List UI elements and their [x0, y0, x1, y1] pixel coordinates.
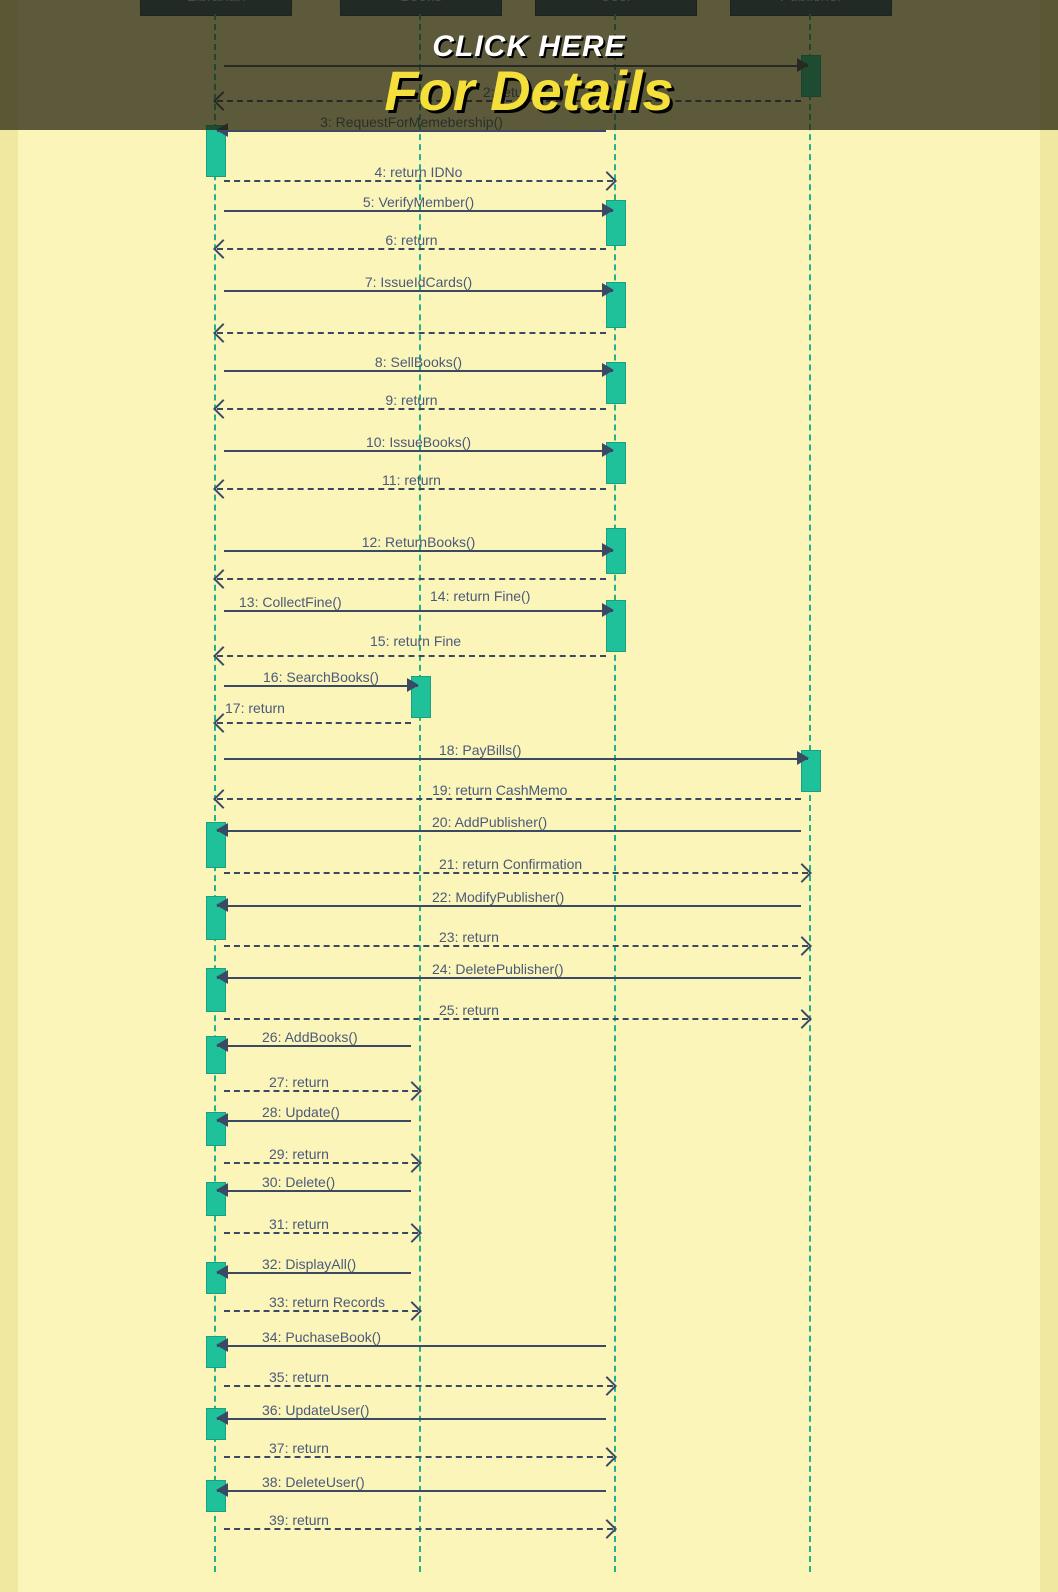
message-label: 5: VerifyMember() — [363, 194, 474, 210]
return-message: 19: return CashMemo — [217, 788, 801, 808]
return-message: 27: return — [224, 1080, 418, 1100]
message-label: 31: return — [269, 1216, 329, 1232]
message-label: 15: return Fine — [370, 633, 461, 649]
call-message: 5: VerifyMember() — [224, 200, 613, 220]
call-message: 20: AddPublisher() — [217, 820, 801, 840]
message-label: 6: return — [385, 232, 437, 248]
message-label: 14: return Fine() — [430, 588, 530, 604]
message-label: 7: IssueIdCards() — [365, 274, 472, 290]
return-message — [217, 322, 606, 342]
return-message: 4: return IDNo — [224, 170, 613, 190]
call-message: 28: Update() — [217, 1110, 411, 1130]
call-message: 24: DeletePublisher() — [217, 967, 801, 987]
message-label: 28: Update() — [262, 1104, 340, 1120]
message-label: 23: return — [439, 929, 499, 945]
overlay-line2: For Details — [0, 58, 1058, 123]
message-label: 27: return — [269, 1074, 329, 1090]
message-label: 33: return Records — [269, 1294, 385, 1310]
return-message: 9: return — [217, 398, 606, 418]
return-message — [217, 568, 606, 588]
message-label: 20: AddPublisher() — [432, 814, 547, 830]
return-message: 29: return — [224, 1152, 418, 1172]
return-message: 35: return — [224, 1375, 613, 1395]
call-message: 10: IssueBooks() — [224, 440, 613, 460]
message-label: 32: DisplayAll() — [262, 1256, 356, 1272]
return-message: 31: return — [224, 1222, 418, 1242]
message-label: 22: ModifyPublisher() — [432, 889, 564, 905]
message-label: 18: PayBills() — [439, 742, 521, 758]
message-label: 21: return Confirmation — [439, 856, 582, 872]
message-label: 8: SellBooks() — [375, 354, 462, 370]
message-label: 39: return — [269, 1512, 329, 1528]
message-label: 38: DeleteUser() — [262, 1474, 365, 1490]
message-label: 12: ReturnBooks() — [362, 534, 476, 550]
return-message: 11: return — [217, 478, 606, 498]
message-label: 35: return — [269, 1369, 329, 1385]
message-label: 9: return — [385, 392, 437, 408]
call-message: 34: PuchaseBook() — [217, 1335, 606, 1355]
call-message: 12: ReturnBooks() — [224, 540, 613, 560]
message-label: 30: Delete() — [262, 1174, 335, 1190]
message-label: 19: return CashMemo — [432, 782, 567, 798]
message-label: 24: DeletePublisher() — [432, 961, 564, 977]
message-label: 10: IssueBooks() — [366, 434, 471, 450]
call-message: 16: SearchBooks() — [224, 675, 418, 695]
call-message: 18: PayBills() — [224, 748, 808, 768]
call-message: 26: AddBooks() — [217, 1035, 411, 1055]
message-label: 29: return — [269, 1146, 329, 1162]
call-message: 38: DeleteUser() — [217, 1480, 606, 1500]
return-message: 6: return — [217, 238, 606, 258]
message-label: 13: CollectFine() — [239, 594, 342, 610]
call-message: 22: ModifyPublisher() — [217, 895, 801, 915]
call-message: 13: CollectFine() — [224, 600, 613, 620]
call-message: 32: DisplayAll() — [217, 1262, 411, 1282]
call-message: 8: SellBooks() — [224, 360, 613, 380]
message-label: 17: return — [225, 700, 285, 716]
call-message: 7: IssueIdCards() — [224, 280, 613, 300]
return-message: 39: return — [224, 1518, 613, 1538]
message-label: 11: return — [382, 472, 441, 488]
message-label: 34: PuchaseBook() — [262, 1329, 381, 1345]
return-message: 25: return — [224, 1008, 808, 1028]
message-label: 16: SearchBooks() — [263, 669, 379, 685]
return-message: 33: return Records — [224, 1300, 418, 1320]
message-label: 36: UpdateUser() — [262, 1402, 369, 1418]
message-label: 26: AddBooks() — [262, 1029, 358, 1045]
return-message: 21: return Confirmation — [224, 862, 808, 882]
lifeline-publisher — [809, 14, 811, 1572]
message-label: 4: return IDNo — [375, 164, 463, 180]
return-message: 23: return — [224, 935, 808, 955]
return-message: 37: return — [224, 1446, 613, 1466]
click-overlay[interactable]: CLICK HERE For Details — [0, 0, 1058, 130]
call-message: 36: UpdateUser() — [217, 1408, 606, 1428]
message-label: 25: return — [439, 1002, 499, 1018]
call-message: 30: Delete() — [217, 1180, 411, 1200]
message-label: 37: return — [269, 1440, 329, 1456]
